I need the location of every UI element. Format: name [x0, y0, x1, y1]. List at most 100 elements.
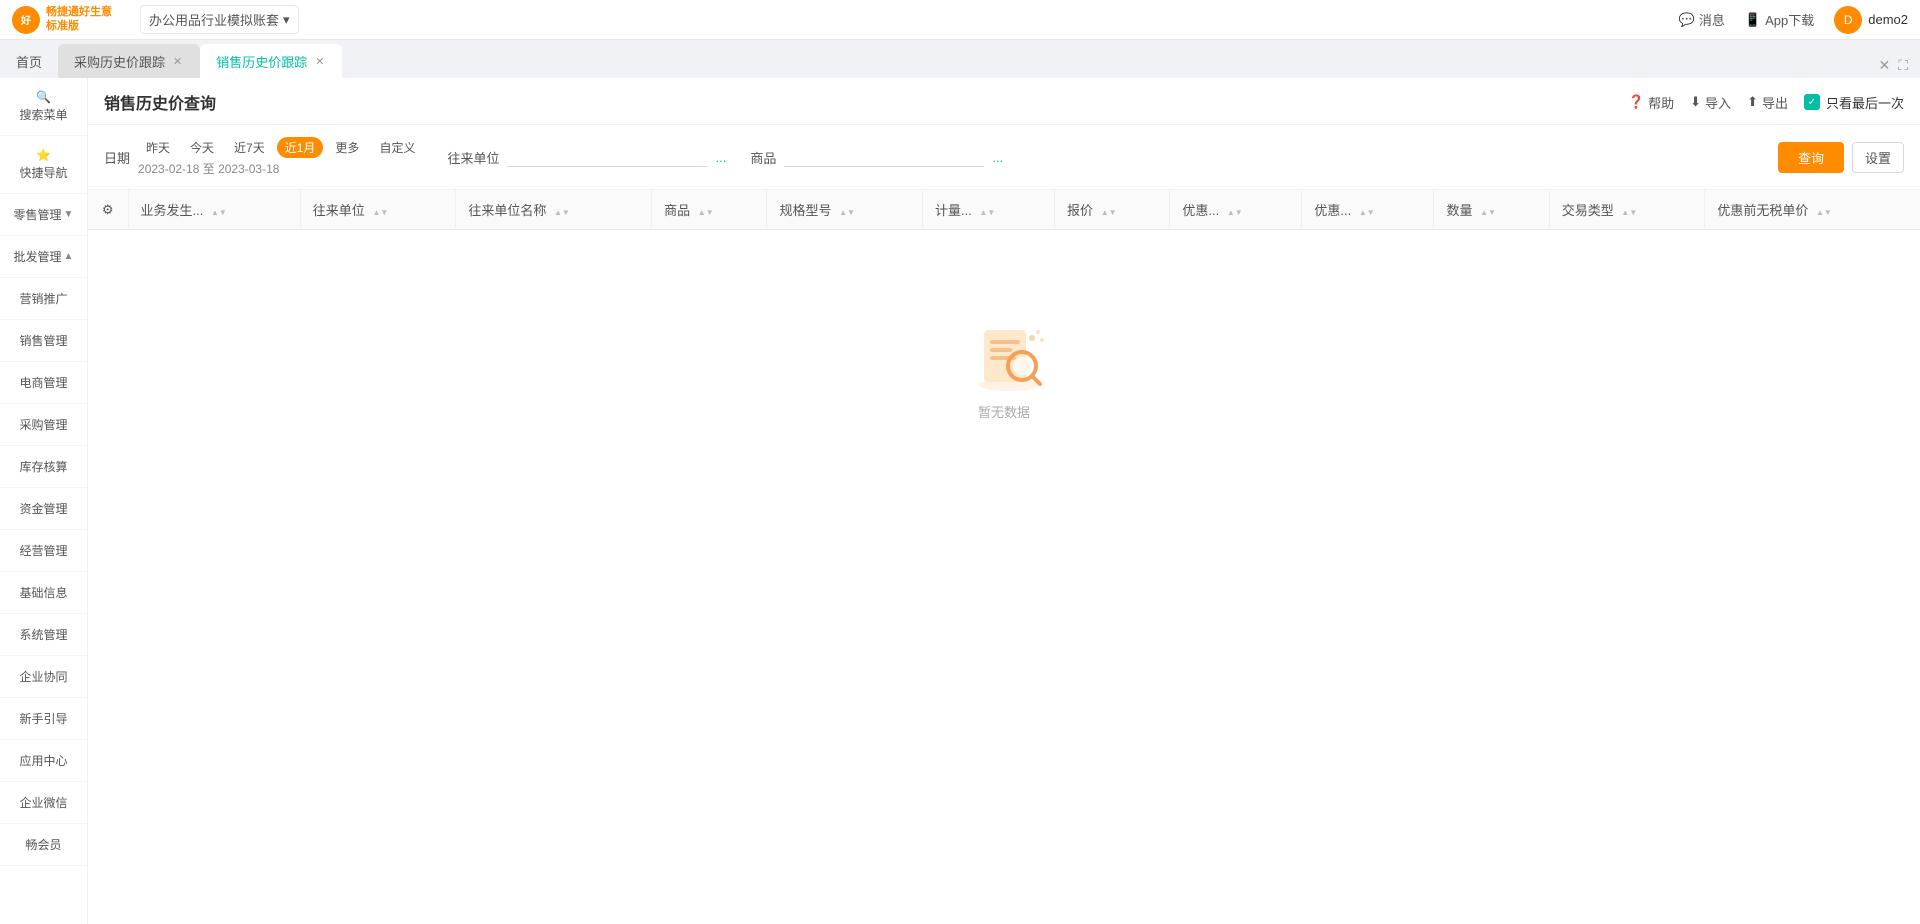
close-all-icon[interactable]: ✕: [1878, 57, 1890, 74]
th-pre-tax[interactable]: 优惠前无税单价 ▲▼: [1705, 190, 1920, 230]
th-qty[interactable]: 数量 ▲▼: [1434, 190, 1549, 230]
export-btn[interactable]: ⬆ 导出: [1747, 93, 1788, 112]
sort-icon-pre-tax: ▲▼: [1816, 209, 1832, 217]
sidebar-item-operations[interactable]: 经营管理: [0, 530, 87, 572]
help-icon: ❓: [1628, 94, 1644, 110]
sidebar-item-wechat[interactable]: 企业微信: [0, 782, 87, 824]
tab-purchase-close[interactable]: ✕: [171, 53, 184, 70]
sidebar-item-member[interactable]: 畅会员: [0, 824, 87, 866]
sidebar-item-basic[interactable]: 基础信息: [0, 572, 87, 614]
sidebar-item-purchase[interactable]: 采购管理: [0, 404, 87, 446]
partner-ellipsis-btn[interactable]: ...: [715, 150, 726, 165]
th-quote[interactable]: 报价 ▲▼: [1055, 190, 1170, 230]
th-gear[interactable]: ⚙: [88, 190, 128, 230]
search-button[interactable]: 查询: [1778, 142, 1844, 173]
header-left: 好 畅捷通好生意 标准版 办公用品行业模拟账套 ▾: [12, 5, 299, 34]
logo-icon: 好: [12, 6, 40, 34]
th-goods[interactable]: 商品 ▲▼: [652, 190, 767, 230]
partner-input[interactable]: [507, 147, 707, 167]
goods-label: 商品: [750, 148, 776, 167]
quick-nav-icon: ⭐: [36, 148, 51, 162]
tab-sales-close[interactable]: ✕: [313, 53, 326, 70]
tab-sales[interactable]: 销售历史价跟踪 ✕: [200, 44, 342, 78]
only-last-checkbox[interactable]: ✓ 只看最后一次: [1804, 93, 1904, 112]
sidebar-item-inventory[interactable]: 库存核算: [0, 446, 87, 488]
th-discount1[interactable]: 优惠... ▲▼: [1170, 190, 1302, 230]
logo-text: 畅捷通好生意 标准版: [46, 6, 112, 32]
sidebar-item-marketing[interactable]: 营销推广: [0, 278, 87, 320]
sort-icon-goods: ▲▼: [698, 209, 714, 217]
date-buttons: 昨天 今天 近7天 近1月 更多 自定义: [138, 137, 423, 158]
chevron-up-icon: ▼: [64, 209, 74, 220]
th-spec[interactable]: 规格型号 ▲▼: [767, 190, 923, 230]
sort-icon-biz-date: ▲▼: [211, 209, 227, 217]
sidebar-item-appcenter[interactable]: 应用中心: [0, 740, 87, 782]
search-icon: 🔍: [36, 90, 51, 104]
empty-state: 暂无数据: [88, 230, 1920, 501]
sidebar-item-finance[interactable]: 资金管理: [0, 488, 87, 530]
header-right: 💬 消息 📱 App下载 D demo2: [1679, 6, 1908, 34]
date-btn-today[interactable]: 今天: [182, 137, 222, 158]
sort-icon-qty: ▲▼: [1480, 209, 1496, 217]
help-btn[interactable]: ❓ 帮助: [1628, 93, 1674, 112]
th-discount2[interactable]: 优惠... ▲▼: [1302, 190, 1434, 230]
date-btn-more[interactable]: 更多: [327, 137, 367, 158]
chevron-down-icon: ▾: [283, 12, 290, 28]
sort-icon-unit: ▲▼: [979, 209, 995, 217]
tab-home[interactable]: 首页: [0, 44, 58, 78]
settings-button[interactable]: 设置: [1852, 142, 1904, 173]
empty-icon: [964, 310, 1044, 390]
main-layout: 🔍 搜索菜单 ⭐ 快捷导航 零售管理 ▼ 批发管理 ▲ 营销推广 销售管理 电商…: [0, 78, 1920, 924]
goods-input[interactable]: [784, 147, 984, 167]
sidebar-item-guide[interactable]: 新手引导: [0, 698, 87, 740]
message-icon: 💬: [1679, 12, 1695, 28]
maximize-icon[interactable]: ⛶: [1898, 57, 1908, 74]
date-btn-1month[interactable]: 近1月: [277, 137, 324, 158]
sidebar-item-sales[interactable]: 销售管理: [0, 320, 87, 362]
date-btn-yesterday[interactable]: 昨天: [138, 137, 178, 158]
empty-text: 暂无数据: [978, 402, 1030, 421]
sidebar-item-search[interactable]: 🔍 搜索菜单: [0, 78, 87, 136]
app-selector[interactable]: 办公用品行业模拟账套 ▾: [140, 5, 299, 34]
th-unit[interactable]: 计量... ▲▼: [922, 190, 1054, 230]
date-btn-7days[interactable]: 近7天: [226, 137, 273, 158]
gear-icon: ⚙: [102, 202, 114, 217]
tab-bar-actions: ✕ ⛶: [1866, 57, 1920, 78]
sidebar-item-enterprise[interactable]: 企业协同: [0, 656, 87, 698]
filter-area: 日期 昨天 今天 近7天 近1月 更多 自定义 2023-02-18 至 202…: [88, 125, 1920, 190]
message-btn[interactable]: 💬 消息: [1679, 10, 1725, 29]
th-partner-name[interactable]: 往来单位名称 ▲▼: [456, 190, 652, 230]
tab-purchase[interactable]: 采购历史价跟踪 ✕: [58, 44, 200, 78]
sort-icon-discount2: ▲▼: [1359, 209, 1375, 217]
sidebar-item-quick[interactable]: ⭐ 快捷导航: [0, 136, 87, 194]
sidebar-item-ecommerce[interactable]: 电商管理: [0, 362, 87, 404]
th-tx-type[interactable]: 交易类型 ▲▼: [1549, 190, 1705, 230]
top-header: 好 畅捷通好生意 标准版 办公用品行业模拟账套 ▾ 💬 消息 📱 App下载 D…: [0, 0, 1920, 40]
filter-actions: 查询 设置: [1778, 142, 1904, 173]
sidebar-item-system[interactable]: 系统管理: [0, 614, 87, 656]
partner-label: 往来单位: [447, 148, 499, 167]
partner-filter-group: 往来单位 ...: [447, 147, 726, 167]
app-download-btn[interactable]: 📱 App下载: [1745, 10, 1814, 29]
svg-text:好: 好: [20, 14, 31, 27]
th-biz-date[interactable]: 业务发生... ▲▼: [128, 190, 300, 230]
date-range-display: 2023-02-18 至 2023-03-18: [138, 160, 423, 177]
tab-bar: 首页 采购历史价跟踪 ✕ 销售历史价跟踪 ✕ ✕ ⛶: [0, 40, 1920, 78]
date-btn-custom[interactable]: 自定义: [371, 137, 423, 158]
chevron-up-icon-2: ▲: [64, 251, 74, 262]
avatar: D: [1834, 6, 1862, 34]
goods-ellipsis-btn[interactable]: ...: [992, 150, 1003, 165]
sort-icon-quote: ▲▼: [1101, 209, 1117, 217]
import-icon: ⬇: [1690, 94, 1701, 110]
page-title: 销售历史价查询: [104, 90, 216, 114]
sort-icon-spec: ▲▼: [839, 209, 855, 217]
th-partner-code[interactable]: 往来单位 ▲▼: [300, 190, 456, 230]
import-btn[interactable]: ⬇ 导入: [1690, 93, 1731, 112]
date-filter-group: 日期 昨天 今天 近7天 近1月 更多 自定义 2023-02-18 至 202…: [104, 137, 423, 177]
user-area[interactable]: D demo2: [1834, 6, 1908, 34]
data-table: ⚙ 业务发生... ▲▼ 往来单位 ▲▼ 往来单位名称 ▲▼: [88, 190, 1920, 230]
export-icon: ⬆: [1747, 94, 1758, 110]
table-container: ⚙ 业务发生... ▲▼ 往来单位 ▲▼ 往来单位名称 ▲▼: [88, 190, 1920, 501]
sidebar-item-retail[interactable]: 零售管理 ▼: [0, 194, 87, 236]
sidebar-item-wholesale[interactable]: 批发管理 ▲: [0, 236, 87, 278]
